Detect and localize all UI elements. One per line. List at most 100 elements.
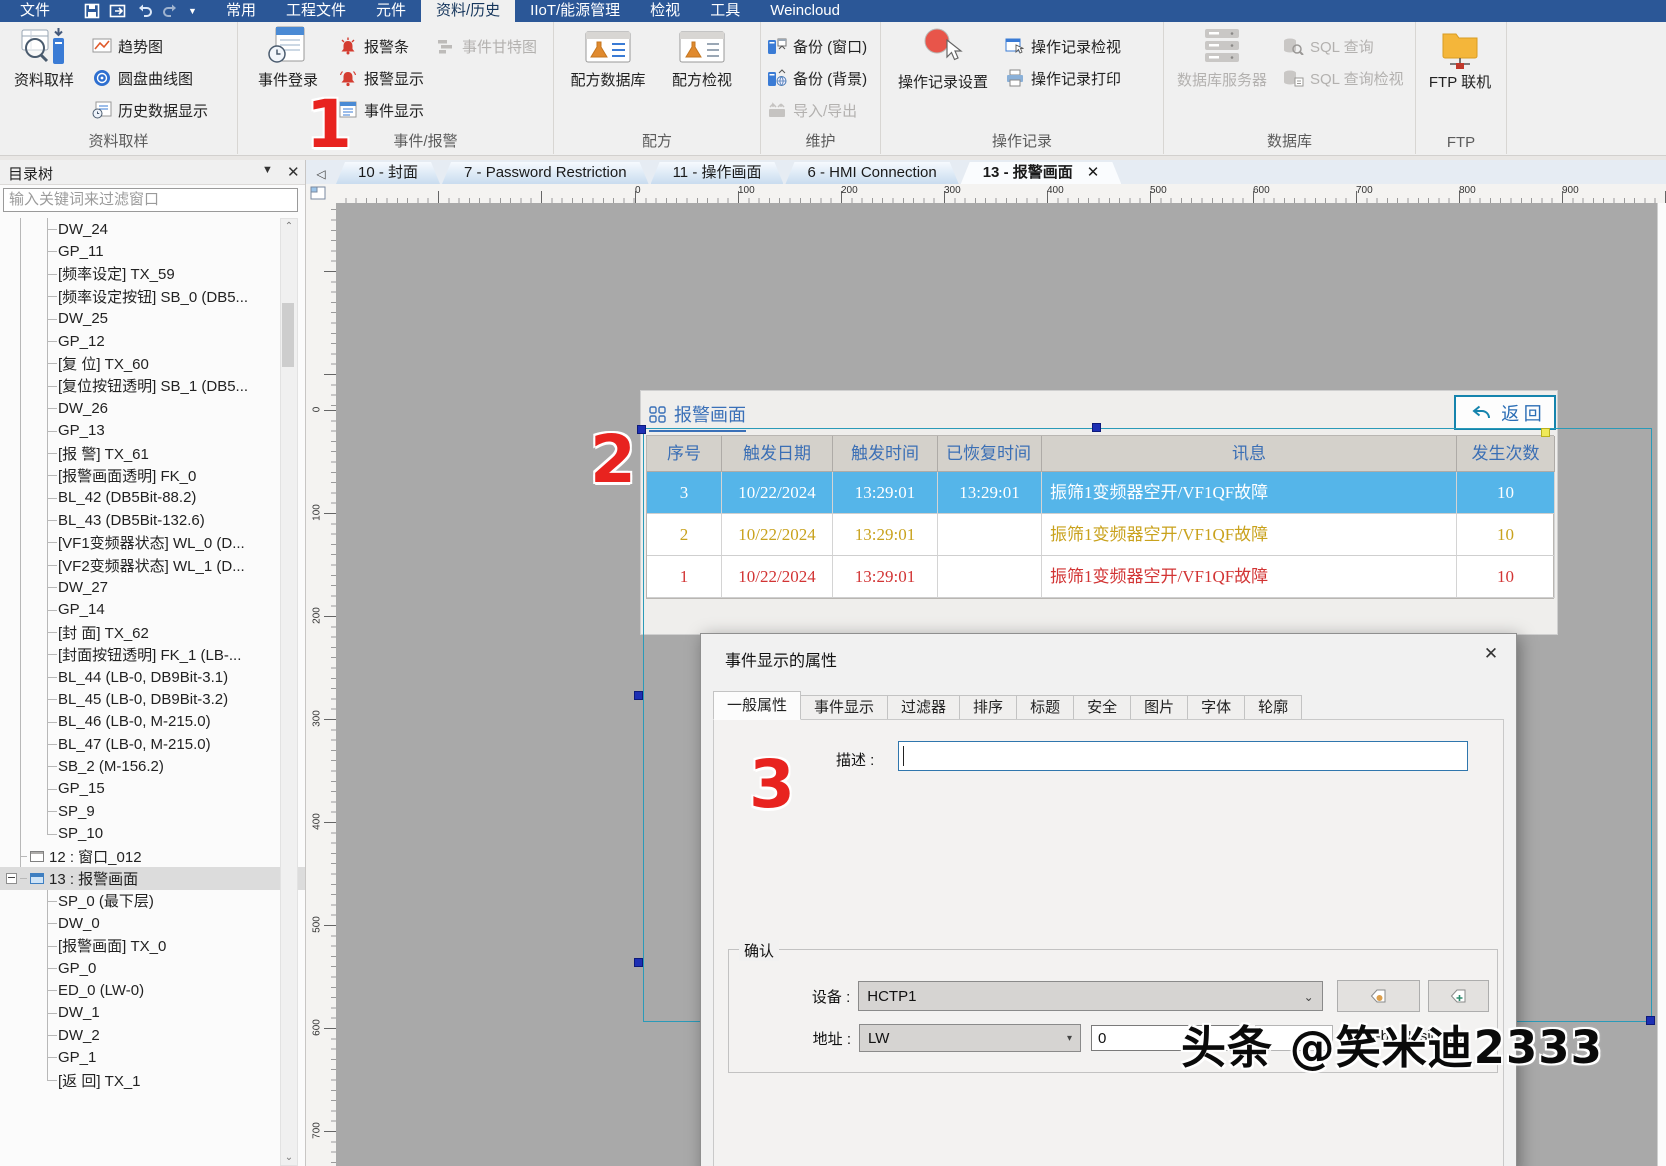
tree-item[interactable]: DW_0 bbox=[0, 912, 305, 934]
selection-handle[interactable] bbox=[637, 425, 646, 434]
tree-item[interactable]: GP_1 bbox=[0, 1046, 305, 1068]
backup-background-button[interactable]: 备份 (背景) bbox=[767, 62, 867, 94]
menu-tab[interactable]: 工程文件 bbox=[271, 0, 361, 22]
menu-file[interactable]: 文件 bbox=[0, 0, 70, 22]
tree-item[interactable]: 13 : 报警画面 bbox=[0, 867, 305, 890]
tree-item[interactable]: DW_27 bbox=[0, 576, 305, 598]
dialog-tab[interactable]: 安全 bbox=[1073, 695, 1132, 720]
address-type-select[interactable]: LW ▾ bbox=[859, 1024, 1081, 1052]
menu-tab[interactable]: 工具 bbox=[695, 0, 755, 22]
recipe-view-button[interactable]: 配方检视 bbox=[662, 26, 742, 89]
tree-item[interactable]: [返 回] TX_1 bbox=[0, 1069, 305, 1091]
tree-item[interactable]: GP_12 bbox=[0, 330, 305, 352]
page-icon[interactable] bbox=[310, 186, 328, 201]
design-tab[interactable]: 11 - 操作画面✕ bbox=[651, 162, 784, 184]
dialog-tab[interactable]: 图片 bbox=[1130, 695, 1189, 720]
description-input[interactable] bbox=[898, 741, 1468, 771]
selection-handle[interactable] bbox=[634, 958, 643, 967]
tree-item[interactable]: DW_2 bbox=[0, 1024, 305, 1046]
tree-item[interactable]: [VF2变频器状态] WL_1 (D... bbox=[0, 554, 305, 576]
design-canvas[interactable]: 报警画面 返 回 序号 触发日期 触发时间 已恢复时间 讯息 发生次数 3 10/22/2… bbox=[336, 203, 1666, 1166]
tree-item[interactable]: SB_2 (M-156.2) bbox=[0, 755, 305, 777]
menu-tab[interactable]: Weincloud bbox=[755, 0, 855, 22]
design-tab[interactable]: 10 - 封面✕ bbox=[336, 162, 440, 184]
tree-item[interactable]: GP_15 bbox=[0, 778, 305, 800]
tree-item[interactable]: [报警画面透明] FK_0 bbox=[0, 464, 305, 486]
dialog-tab[interactable]: 字体 bbox=[1187, 695, 1246, 720]
tree-item[interactable]: ED_0 (LW-0) bbox=[0, 979, 305, 1001]
dialog-tab[interactable]: 过滤器 bbox=[887, 695, 961, 720]
properties-dialog[interactable]: 事件显示的属性 ✕ 一般属性 事件显示 过滤器 排序 标题 安全 图片 字体 轮廓 描述 : 3… bbox=[700, 633, 1517, 1166]
selection-handle[interactable] bbox=[634, 691, 643, 700]
filter-input[interactable]: 输入关键词来过滤窗口 bbox=[3, 188, 298, 212]
ftp-connect-button[interactable]: FTP 联机 bbox=[1425, 26, 1495, 91]
alarm-bar-button[interactable]: 报警条 bbox=[338, 30, 424, 62]
dialog-tab[interactable]: 事件显示 bbox=[800, 695, 889, 720]
backup-window-button[interactable]: 备份 (窗口) bbox=[767, 30, 867, 62]
tree-item[interactable]: [VF1变频器状态] WL_0 (D... bbox=[0, 531, 305, 553]
tree-item[interactable]: SP_10 bbox=[0, 823, 305, 845]
tab-close-icon[interactable]: ✕ bbox=[1087, 164, 1100, 181]
menu-tab[interactable]: 元件 bbox=[361, 0, 421, 22]
tree-item[interactable]: GP_13 bbox=[0, 420, 305, 442]
tree-item[interactable]: SP_9 bbox=[0, 800, 305, 822]
menu-tab[interactable]: IIoT/能源管理 bbox=[515, 0, 635, 22]
tree-item[interactable]: SP_0 (最下层) bbox=[0, 890, 305, 912]
export-window-icon[interactable] bbox=[109, 3, 127, 19]
tree-item[interactable]: [封 面] TX_62 bbox=[0, 621, 305, 643]
selection-handle[interactable] bbox=[1092, 423, 1101, 432]
tag-icon-button[interactable] bbox=[1336, 980, 1420, 1012]
tree-item[interactable]: [频率设定按钮] SB_0 (DB5... bbox=[0, 285, 305, 307]
dialog-tab[interactable]: 排序 bbox=[959, 695, 1018, 720]
save-icon[interactable] bbox=[84, 3, 100, 19]
design-tab[interactable]: 6 - HMI Connection✕ bbox=[785, 162, 958, 184]
tree-item[interactable]: BL_44 (LB-0, DB9Bit-3.1) bbox=[0, 666, 305, 688]
tag-add-icon-button[interactable] bbox=[1427, 980, 1489, 1012]
alarm-table[interactable]: 序号 触发日期 触发时间 已恢复时间 讯息 发生次数 3 10/22/2024 13:29… bbox=[646, 435, 1555, 599]
tree-item[interactable]: BL_46 (LB-0, M-215.0) bbox=[0, 711, 305, 733]
tree-item[interactable]: [报警画面] TX_0 bbox=[0, 935, 305, 957]
canvas-scroll-strip[interactable] bbox=[1657, 203, 1666, 1166]
undo-icon[interactable] bbox=[136, 3, 153, 19]
scrollbar-thumb[interactable] bbox=[282, 303, 294, 367]
tree-item[interactable]: GP_0 bbox=[0, 957, 305, 979]
tree-item[interactable]: DW_24 bbox=[0, 218, 305, 240]
tree-item[interactable]: DW_25 bbox=[0, 308, 305, 330]
tree-item[interactable]: [复位按钮透明] SB_1 (DB5... bbox=[0, 375, 305, 397]
tree-scrollbar[interactable]: ⌃ ⌄ bbox=[280, 218, 298, 1166]
tree-item[interactable]: GP_14 bbox=[0, 599, 305, 621]
disc-curve-button[interactable]: 圆盘曲线图 bbox=[92, 62, 208, 94]
tree-item[interactable]: [频率设定] TX_59 bbox=[0, 263, 305, 285]
dialog-tab[interactable]: 轮廓 bbox=[1244, 695, 1303, 720]
scroll-up-icon[interactable]: ⌃ bbox=[281, 221, 297, 232]
dialog-close-icon[interactable]: ✕ bbox=[1479, 644, 1503, 664]
tree-item[interactable]: BL_45 (LB-0, DB9Bit-3.2) bbox=[0, 688, 305, 710]
menu-tab[interactable]: 检视 bbox=[635, 0, 695, 22]
event-log-button[interactable]: 事件登录 bbox=[250, 26, 326, 89]
recipe-database-button[interactable]: 配方数据库 bbox=[566, 26, 650, 89]
design-tab[interactable]: 7 - Password Restriction✕ bbox=[442, 162, 649, 184]
selection-handle[interactable] bbox=[1541, 428, 1550, 437]
panel-dropdown-icon[interactable]: ▼ bbox=[262, 164, 273, 176]
dialog-tab[interactable]: 标题 bbox=[1016, 695, 1075, 720]
design-tab[interactable]: 13 - 报警画面 ✕ bbox=[961, 162, 1122, 184]
menu-tab[interactable]: 常用 bbox=[211, 0, 271, 22]
trend-chart-button[interactable]: 趋势图 bbox=[92, 30, 208, 62]
op-record-settings-button[interactable]: 操作记录设置 bbox=[895, 26, 991, 91]
tree-item[interactable]: BL_42 (DB5Bit-88.2) bbox=[0, 487, 305, 509]
data-sampling-button[interactable]: 资料取样 bbox=[6, 26, 82, 89]
tab-scroll-left-icon[interactable]: ◁ bbox=[306, 167, 336, 184]
expander-icon[interactable] bbox=[6, 873, 17, 885]
toolbar-dropdown-icon[interactable]: ▼ bbox=[188, 6, 197, 16]
panel-close-icon[interactable]: ✕ bbox=[287, 163, 300, 181]
menu-tab[interactable]: 资料/历史 bbox=[420, 0, 516, 22]
back-button[interactable]: 返 回 bbox=[1454, 395, 1556, 430]
tree-item[interactable]: BL_47 (LB-0, M-215.0) bbox=[0, 733, 305, 755]
tree-item[interactable]: [复 位] TX_60 bbox=[0, 352, 305, 374]
scroll-down-icon[interactable]: ⌄ bbox=[281, 1152, 297, 1163]
tree-item[interactable]: DW_1 bbox=[0, 1002, 305, 1024]
tree-item[interactable]: BL_43 (DB5Bit-132.6) bbox=[0, 509, 305, 531]
redo-icon[interactable] bbox=[162, 3, 179, 19]
tree-item[interactable]: [封面按钮透明] FK_1 (LB-... bbox=[0, 643, 305, 665]
selection-handle[interactable] bbox=[1646, 1016, 1655, 1025]
